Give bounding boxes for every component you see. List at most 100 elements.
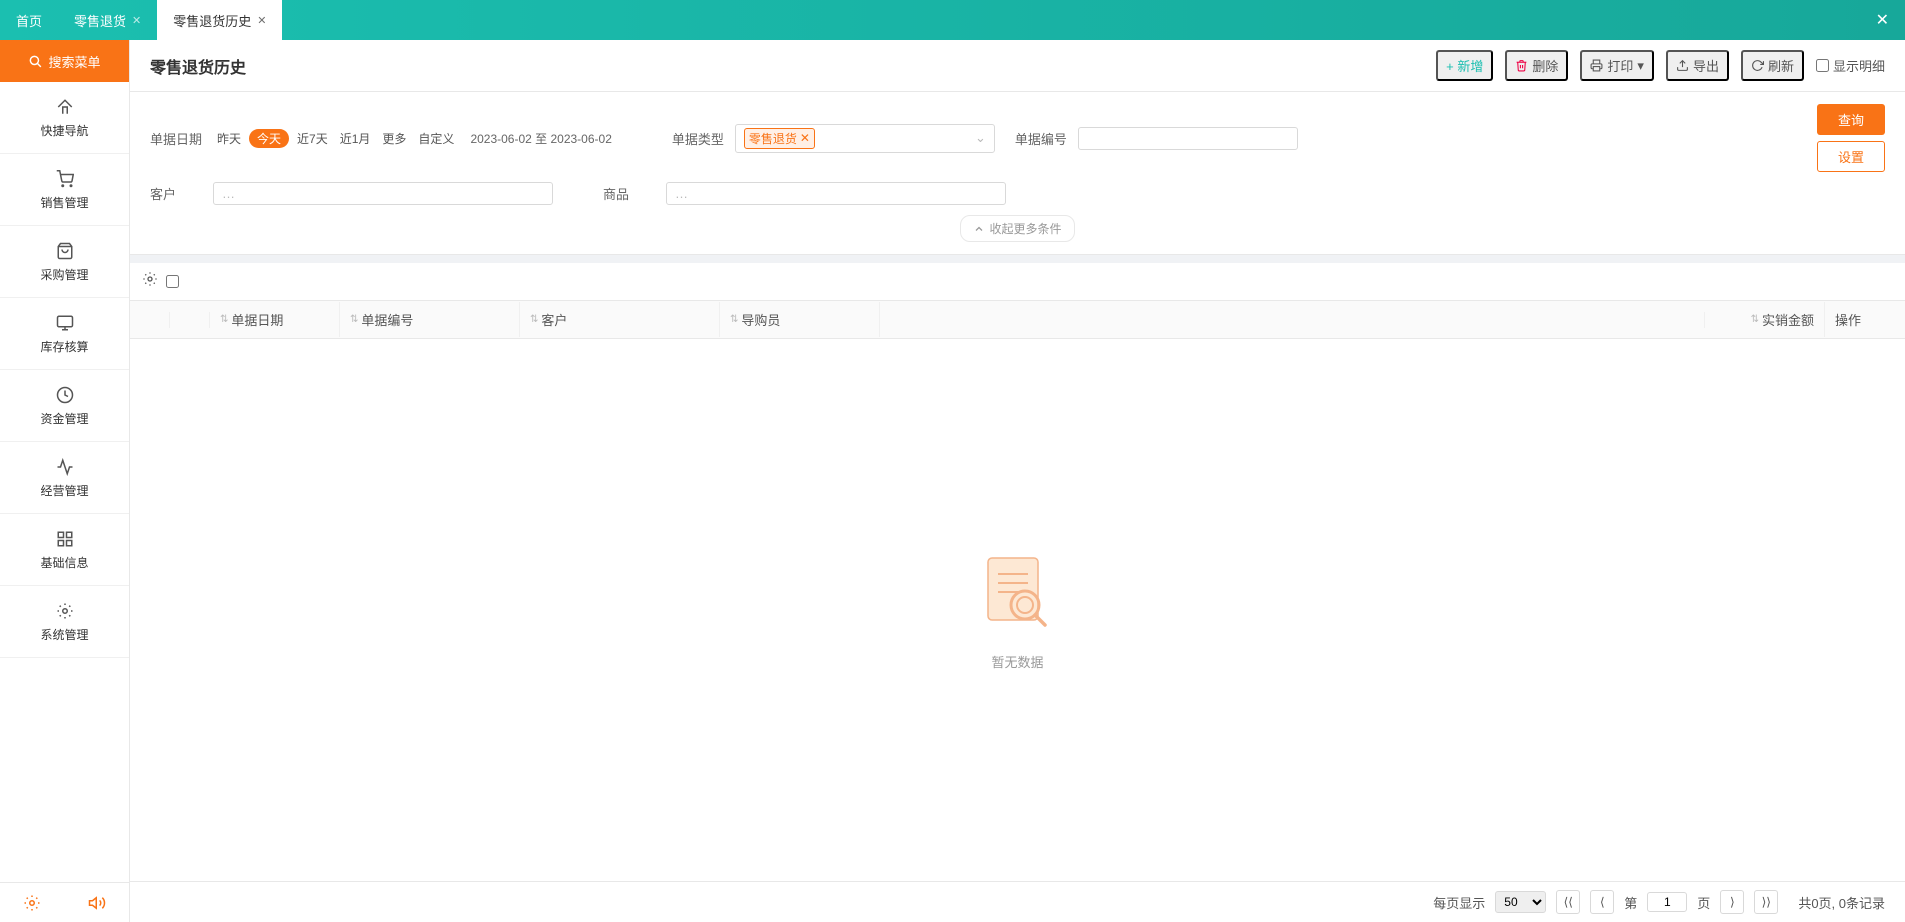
query-button[interactable]: 查询 xyxy=(1817,104,1885,135)
tab-retail-return-history-close[interactable]: ✕ xyxy=(257,14,266,27)
tab-retail-return-close[interactable]: ✕ xyxy=(132,14,141,27)
th-guide-label: 导购员 xyxy=(741,310,780,329)
header-actions: + 新增 删除 打印 ▾ 导出 刷新 xyxy=(1436,50,1885,81)
page-last-button[interactable]: ⟩⟩ xyxy=(1754,890,1778,914)
top-bar-right: ✕ xyxy=(1876,10,1905,30)
page-first-button[interactable]: ⟨⟨ xyxy=(1556,890,1580,914)
type-select-tag-text: 零售退货 xyxy=(749,130,797,147)
table-header: ⇅ 单据日期 ⇅ 单据编号 ⇅ 客户 ⇅ 导购员 ⇅ 实销 xyxy=(130,301,1905,339)
table-toolbar xyxy=(130,263,1905,301)
th-action-label: 操作 xyxy=(1835,310,1861,329)
page-label: 页 xyxy=(1697,893,1710,912)
sidebar-settings-button[interactable] xyxy=(0,883,65,922)
purchase-icon xyxy=(54,240,76,262)
tab-retail-return-history[interactable]: 零售退货历史 ✕ xyxy=(157,0,282,40)
filter-row-1: 单据日期 昨天 今天 近7天 近1月 更多 自定义 2023-06-02 至 2… xyxy=(150,104,1885,172)
business-icon xyxy=(54,456,76,478)
sidebar-item-basic-info[interactable]: 基础信息 xyxy=(0,514,129,586)
show-detail-checkbox[interactable] xyxy=(1816,59,1829,72)
page-title: 零售退货历史 xyxy=(150,54,246,78)
date-today[interactable]: 今天 xyxy=(249,129,289,148)
number-input[interactable] xyxy=(1078,127,1298,150)
sidebar-item-sales-label: 销售管理 xyxy=(40,194,88,211)
window-close-button[interactable]: ✕ xyxy=(1876,10,1889,30)
print-label: 打印 xyxy=(1607,56,1633,75)
show-detail-checkbox-label[interactable]: 显示明细 xyxy=(1816,56,1885,75)
print-icon xyxy=(1590,59,1603,72)
type-filter: 单据类型 零售退货 ✕ ⌄ xyxy=(672,124,995,153)
page-next-button[interactable]: ⟩ xyxy=(1720,890,1744,914)
per-page-select[interactable]: 50 10 20 100 xyxy=(1495,891,1546,913)
type-select[interactable]: 零售退货 ✕ ⌄ xyxy=(735,124,995,153)
sidebar-item-purchase[interactable]: 采购管理 xyxy=(0,226,129,298)
show-detail-label: 显示明细 xyxy=(1833,56,1885,75)
system-icon xyxy=(54,600,76,622)
th-date[interactable]: ⇅ 单据日期 xyxy=(210,302,340,337)
sidebar-item-business-label: 经营管理 xyxy=(40,482,88,499)
page-number-input[interactable] xyxy=(1647,892,1687,912)
type-select-tag: 零售退货 ✕ xyxy=(744,128,815,149)
th-amount-label: 实销金额 xyxy=(1762,310,1814,329)
customer-filter: 客户 … xyxy=(150,182,553,205)
date-7days[interactable]: 近7天 xyxy=(293,129,332,148)
collapse-icon xyxy=(973,223,985,235)
settings-button[interactable]: 设置 xyxy=(1817,141,1885,172)
goods-input[interactable]: … xyxy=(666,182,1006,205)
sidebar-search[interactable]: 搜索菜单 xyxy=(0,40,129,82)
sidebar-item-sales[interactable]: 销售管理 xyxy=(0,154,129,226)
th-customer[interactable]: ⇅ 客户 xyxy=(520,302,720,337)
th-guide[interactable]: ⇅ 导购员 xyxy=(720,302,880,337)
content-area: 零售退货历史 + 新增 删除 打印 ▾ 导出 刷新 xyxy=(130,40,1905,922)
export-icon xyxy=(1676,59,1689,72)
customer-input[interactable]: … xyxy=(213,182,553,205)
th-date-label: 单据日期 xyxy=(231,310,283,329)
th-number-label: 单据编号 xyxy=(361,310,413,329)
sort-icon-customer: ⇅ xyxy=(530,314,538,325)
page-number-label: 第 xyxy=(1624,893,1637,912)
sidebar-sound-button[interactable] xyxy=(65,883,130,922)
table-settings-icon[interactable] xyxy=(142,271,158,292)
sidebar: 搜索菜单 快捷导航 销售管理 采购管理 库存核算 xyxy=(0,40,130,922)
sidebar-item-finance[interactable]: 资金管理 xyxy=(0,370,129,442)
th-number[interactable]: ⇅ 单据编号 xyxy=(340,302,520,337)
tab-retail-return[interactable]: 零售退货 ✕ xyxy=(58,0,157,40)
sidebar-item-business[interactable]: 经营管理 xyxy=(0,442,129,514)
empty-text: 暂无数据 xyxy=(991,652,1043,671)
page-prev-button[interactable]: ⟨ xyxy=(1590,890,1614,914)
refresh-label: 刷新 xyxy=(1768,56,1794,75)
sidebar-item-shortcuts[interactable]: 快捷导航 xyxy=(0,82,129,154)
tab-bar: 首页 零售退货 ✕ 零售退货历史 ✕ xyxy=(0,0,1876,40)
sales-icon xyxy=(54,168,76,190)
select-all-checkbox[interactable] xyxy=(166,275,179,288)
th-settings xyxy=(130,312,170,328)
th-amount[interactable]: ⇅ 实销金额 xyxy=(1705,302,1825,337)
sidebar-item-basic-info-label: 基础信息 xyxy=(40,554,88,571)
print-button[interactable]: 打印 ▾ xyxy=(1580,50,1654,81)
date-custom[interactable]: 自定义 xyxy=(414,129,458,148)
delete-button[interactable]: 删除 xyxy=(1505,50,1568,81)
search-icon xyxy=(28,54,42,68)
new-button[interactable]: + 新增 xyxy=(1436,50,1493,81)
empty-illustration xyxy=(973,550,1063,640)
sidebar-item-system[interactable]: 系统管理 xyxy=(0,586,129,658)
tab-home-label: 首页 xyxy=(16,11,42,30)
type-select-dropdown-icon: ⌄ xyxy=(975,130,986,146)
tab-home[interactable]: 首页 xyxy=(0,0,58,40)
refresh-button[interactable]: 刷新 xyxy=(1741,50,1804,81)
sidebar-item-inventory[interactable]: 库存核算 xyxy=(0,298,129,370)
th-spacer xyxy=(880,312,1705,328)
date-yesterday[interactable]: 昨天 xyxy=(213,129,245,148)
per-page-label: 每页显示 xyxy=(1433,893,1485,912)
date-1month[interactable]: 近1月 xyxy=(336,129,375,148)
sidebar-search-label: 搜索菜单 xyxy=(48,52,100,71)
type-tag-close[interactable]: ✕ xyxy=(800,131,810,145)
date-more[interactable]: 更多 xyxy=(378,129,410,148)
export-button[interactable]: 导出 xyxy=(1666,50,1729,81)
number-filter-label: 单据编号 xyxy=(1015,129,1070,148)
sidebar-item-system-label: 系统管理 xyxy=(40,626,88,643)
collapse-button[interactable]: 收起更多条件 xyxy=(960,215,1074,242)
th-customer-label: 客户 xyxy=(541,310,567,329)
sort-icon-guide: ⇅ xyxy=(730,314,738,325)
number-filter: 单据编号 xyxy=(1015,127,1298,150)
date-filter: 单据日期 昨天 今天 近7天 近1月 更多 自定义 2023-06-02 至 2… xyxy=(150,129,612,148)
